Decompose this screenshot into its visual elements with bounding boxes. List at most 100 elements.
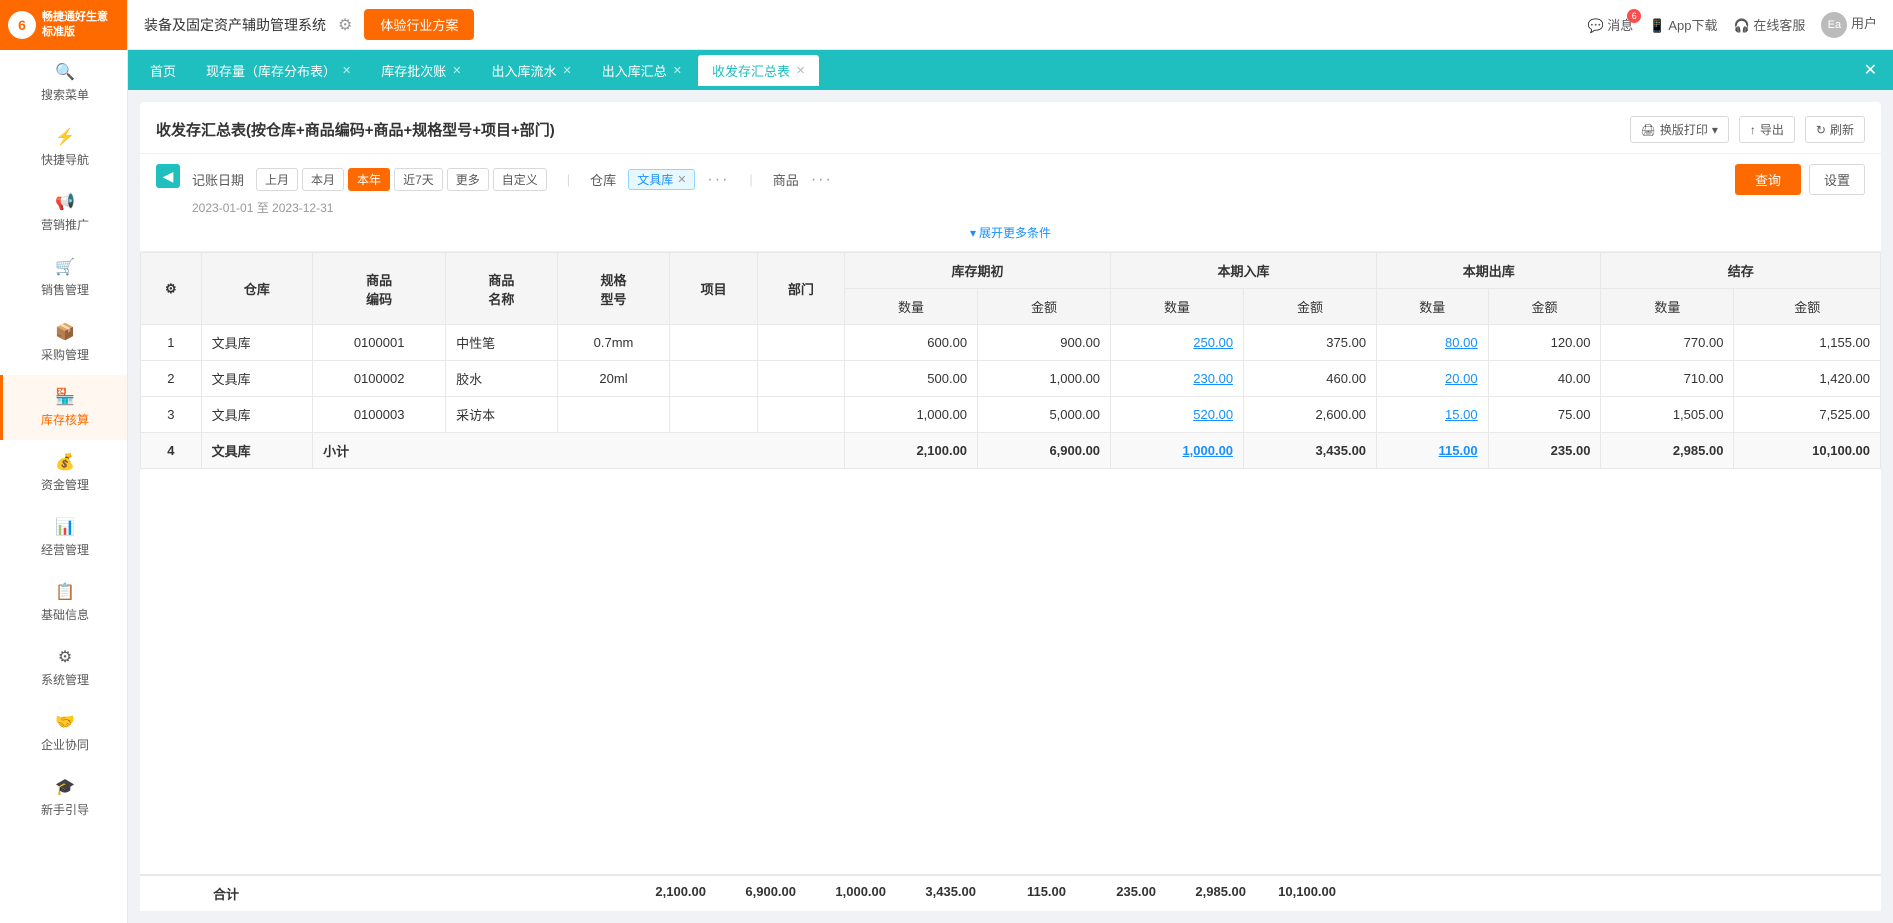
tab-1[interactable]: 现存量（库存分布表）✕ xyxy=(192,55,365,86)
date-btn-custom[interactable]: 自定义 xyxy=(493,168,547,191)
tab-4[interactable]: 出入库汇总 ✕ xyxy=(588,55,696,86)
refresh-button[interactable]: ↻ 刷新 xyxy=(1805,116,1865,143)
tab-close-2[interactable]: ✕ xyxy=(452,64,461,77)
tab-3[interactable]: 出入库流水 ✕ xyxy=(477,55,585,86)
refresh-icon: ↻ xyxy=(1816,123,1826,137)
sidebar-icon-finance: 💰 xyxy=(55,452,75,472)
cell-in-amt-0: 375.00 xyxy=(1244,325,1377,361)
date-btn-7days[interactable]: 近7天 xyxy=(394,168,443,191)
setting-button[interactable]: 设置 xyxy=(1809,164,1865,195)
col-outbound-header: 本期出库 xyxy=(1377,253,1601,289)
cell-out-amt-2: 75.00 xyxy=(1488,397,1601,433)
cell-project-0 xyxy=(670,325,757,361)
warehouse-filter-tag[interactable]: 文具库 ✕ xyxy=(628,169,695,190)
expand-row: ▾ 展开更多条件 xyxy=(156,224,1865,241)
tab-0[interactable]: 首页 xyxy=(136,55,190,86)
export-button[interactable]: ↑ 导出 xyxy=(1739,116,1795,143)
query-button[interactable]: 查询 xyxy=(1735,164,1801,195)
sidebar-label-inventory: 库存核算 xyxy=(41,411,89,428)
expand-conditions-button[interactable]: ▾ 展开更多条件 xyxy=(970,224,1051,241)
sidebar-icon-sales: 🛒 xyxy=(55,257,75,277)
message-button[interactable]: 💬 消息 6 xyxy=(1587,15,1633,34)
sidebar-item-sales[interactable]: 🛒销售管理 xyxy=(0,245,127,310)
sidebar-item-finance[interactable]: 💰资金管理 xyxy=(0,440,127,505)
cell-in-qty-1[interactable]: 230.00 xyxy=(1111,361,1244,397)
cell-in-qty-2[interactable]: 520.00 xyxy=(1111,397,1244,433)
header-actions: 🖨 换版打印 ▾ ↑ 导出 ↻ 刷新 xyxy=(1630,116,1865,143)
topbar: 装备及固定资产辅助管理系统 ⚙ 体验行业方案 💬 消息 6 📱 App下载 🎧 … xyxy=(128,0,1893,50)
filter-divider2: | xyxy=(749,172,752,187)
sidebar-item-system[interactable]: ⚙系统管理 xyxy=(0,635,127,700)
tab-close-3[interactable]: ✕ xyxy=(563,64,572,77)
tab-close-1[interactable]: ✕ xyxy=(342,64,351,77)
col-open-amt-header: 金额 xyxy=(978,289,1111,325)
cell-no-2: 3 xyxy=(141,397,202,433)
warehouse-tag-close[interactable]: ✕ xyxy=(677,173,686,186)
warehouse-tag-text: 文具库 xyxy=(637,171,673,188)
sidebar-item-newbie[interactable]: 🎓新手引导 xyxy=(0,765,127,830)
sidebar-item-inventory[interactable]: 🏪库存核算 xyxy=(0,375,127,440)
gear-icon[interactable]: ⚙ xyxy=(338,15,352,35)
filter-content: 记账日期 上月 本月 本年 近7天 更多 自定义 | 仓库 xyxy=(192,164,1865,216)
cell-no-1: 2 xyxy=(141,361,202,397)
filter-toggle-button[interactable]: ◀ xyxy=(156,164,180,188)
online-service-link[interactable]: 🎧 在线客服 xyxy=(1734,15,1806,34)
tab-close-4[interactable]: ✕ xyxy=(673,64,682,77)
sidebar-item-marketing[interactable]: 📢营销推广 xyxy=(0,180,127,245)
app-download-link[interactable]: 📱 App下载 xyxy=(1649,15,1717,34)
filter-action-buttons: 查询 设置 xyxy=(1735,164,1865,195)
column-settings-icon[interactable]: ⚙ xyxy=(165,281,177,296)
cell-out-qty-1[interactable]: 20.00 xyxy=(1377,361,1489,397)
date-btn-this-month[interactable]: 本月 xyxy=(302,168,344,191)
table-row: 1 文具库 0100001 中性笔 0.7mm 600.00 900.00 25… xyxy=(141,325,1881,361)
dropdown-icon: ▾ xyxy=(1712,123,1718,137)
print-button[interactable]: 🖨 换版打印 ▾ xyxy=(1630,116,1729,143)
print-label: 换版打印 xyxy=(1660,121,1708,138)
cell-dept-2 xyxy=(757,397,844,433)
date-btn-last-month[interactable]: 上月 xyxy=(256,168,298,191)
sidebar-item-cooperation[interactable]: 🤝企业协同 xyxy=(0,700,127,765)
tab-label-3: 出入库流水 xyxy=(491,61,556,80)
subtotal-in-qty[interactable]: 1,000.00 xyxy=(1111,433,1244,469)
user-area[interactable]: Ea 用户 xyxy=(1821,12,1877,38)
col-balance-header: 结存 xyxy=(1601,253,1881,289)
goods-label: 商品 xyxy=(773,170,799,189)
sidebar-item-purchase[interactable]: 📦采购管理 xyxy=(0,310,127,375)
tab-label-4: 出入库汇总 xyxy=(602,61,667,80)
data-table: ⚙ 仓库 商品编码 商品名称 规格型号 项目 部门 库存期初 本期入库 本期出库… xyxy=(140,252,1881,469)
cell-out-qty-2[interactable]: 15.00 xyxy=(1377,397,1489,433)
cell-bal-amt-1: 1,420.00 xyxy=(1734,361,1881,397)
col-warehouse-header: 仓库 xyxy=(201,253,312,325)
goods-more-button[interactable]: ··· xyxy=(811,171,833,189)
sidebar-item-search[interactable]: 🔍搜索菜单 xyxy=(0,50,127,115)
cell-in-amt-1: 460.00 xyxy=(1244,361,1377,397)
subtotal-open-amt: 6,900.00 xyxy=(978,433,1111,469)
footer-open-qty: 2,100.00 xyxy=(616,884,706,903)
col-opening-header: 库存期初 xyxy=(845,253,1111,289)
cell-open-amt-1: 1,000.00 xyxy=(978,361,1111,397)
sidebar-label-system: 系统管理 xyxy=(41,671,89,688)
cell-out-qty-0[interactable]: 80.00 xyxy=(1377,325,1489,361)
sidebar-item-quicknav[interactable]: ⚡快捷导航 xyxy=(0,115,127,180)
date-label: 记账日期 xyxy=(192,170,244,189)
sidebar-item-operations[interactable]: 📊经营管理 xyxy=(0,505,127,570)
tab-5[interactable]: 收发存汇总表✕ xyxy=(698,55,819,86)
tab-2[interactable]: 库存批次账✕ xyxy=(367,55,475,86)
try-industry-button[interactable]: 体验行业方案 xyxy=(364,9,474,40)
cell-open-qty-1: 500.00 xyxy=(845,361,978,397)
warehouse-more-button[interactable]: ··· xyxy=(707,171,729,189)
sidebar-item-basicinfo[interactable]: 📋基础信息 xyxy=(0,570,127,635)
date-btn-this-year[interactable]: 本年 xyxy=(348,168,390,191)
tab-close-5[interactable]: ✕ xyxy=(796,64,805,77)
col-settings-header[interactable]: ⚙ xyxy=(141,253,202,325)
print-icon: 🖨 xyxy=(1641,123,1656,137)
footer-in-qty: 1,000.00 xyxy=(796,884,886,903)
cell-in-qty-0[interactable]: 250.00 xyxy=(1111,325,1244,361)
close-all-tabs-button[interactable]: ✕ xyxy=(1856,60,1885,80)
date-btn-more[interactable]: 更多 xyxy=(447,168,489,191)
topbar-left: 装备及固定资产辅助管理系统 ⚙ 体验行业方案 xyxy=(144,9,474,40)
subtotal-label: 小计 xyxy=(313,433,845,469)
subtotal-warehouse: 文具库 xyxy=(201,433,312,469)
page-inner: 收发存汇总表(按仓库+商品编码+商品+规格型号+项目+部门) 🖨 换版打印 ▾ … xyxy=(140,102,1881,911)
subtotal-out-qty[interactable]: 115.00 xyxy=(1377,433,1489,469)
